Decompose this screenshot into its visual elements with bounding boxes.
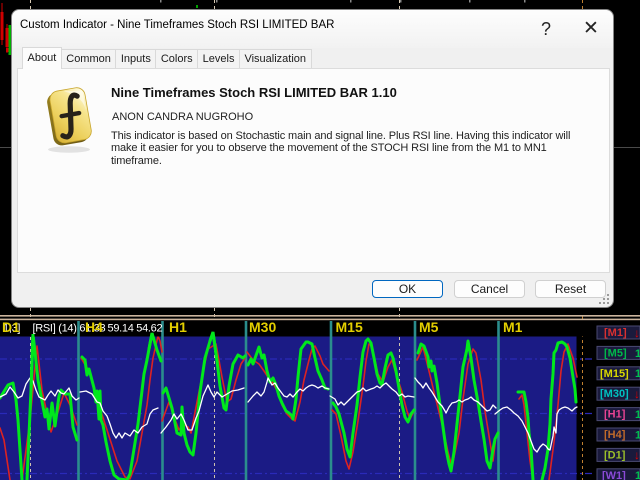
svg-text:[W1]: [W1] [602,470,626,480]
svg-text:M15: M15 [336,319,363,335]
svg-text:[H1]: [H1] [604,409,626,421]
svg-text:H4: H4 [85,319,103,335]
svg-text:D1: D1 [2,319,20,335]
svg-text:M5: M5 [419,319,439,335]
svg-text:1: 1 [635,409,640,421]
svg-text:59.14 54.62: 59.14 54.62 [108,323,163,335]
svg-text:1: 1 [635,430,640,442]
svg-text:[H4]: [H4] [604,429,626,441]
svg-text:M30: M30 [249,319,276,335]
svg-text:1: 1 [635,368,640,380]
svg-text:1: 1 [635,348,640,360]
svg-text:[M15]: [M15] [600,368,629,380]
svg-text:[M30]: [M30] [600,388,629,400]
svg-text:↓: ↓ [634,448,640,462]
svg-text:↓: ↓ [634,326,640,340]
svg-text:[M5]: [M5] [604,347,627,359]
svg-text:H1: H1 [169,319,187,335]
svg-text:↓: ↓ [634,387,640,401]
svg-text:[D1]: [D1] [604,449,626,461]
svg-text:1: 1 [635,470,640,480]
svg-text:[M1]: [M1] [604,327,627,339]
svg-text:M1: M1 [503,319,523,335]
